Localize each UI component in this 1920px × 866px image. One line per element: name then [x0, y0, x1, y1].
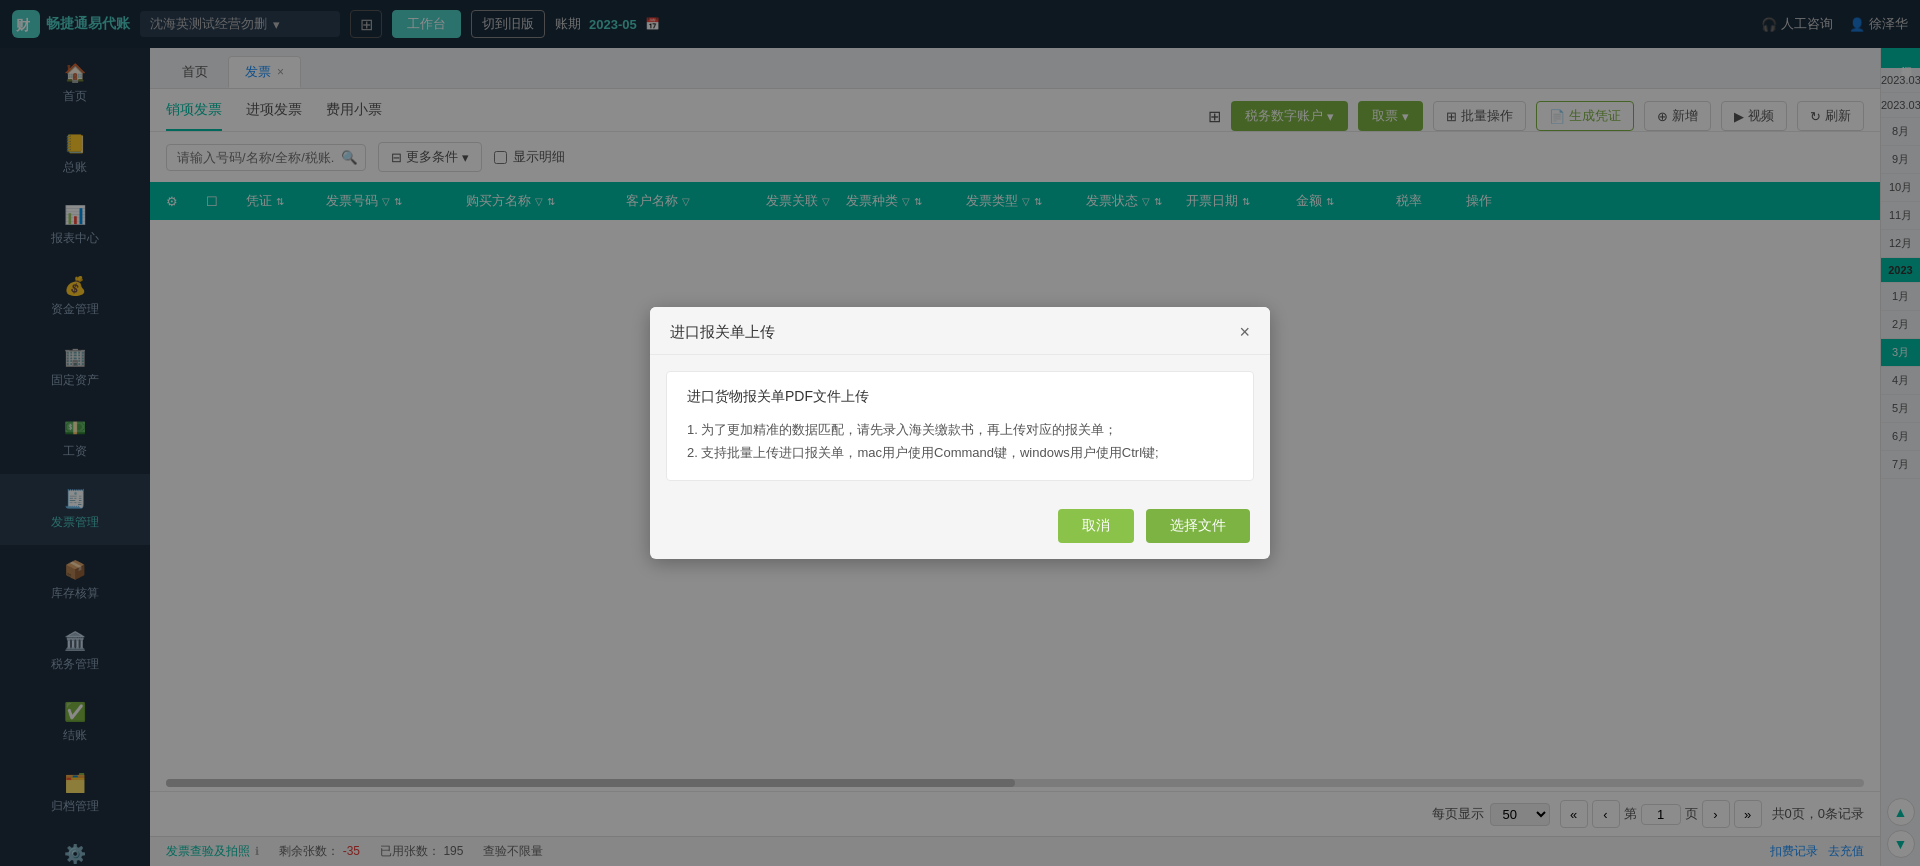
modal-title: 进口报关单上传	[670, 323, 775, 342]
modal-close-btn[interactable]: ×	[1239, 323, 1250, 341]
modal-cancel-btn[interactable]: 取消	[1058, 509, 1134, 543]
modal-body-title: 进口货物报关单PDF文件上传	[687, 388, 1233, 406]
modal-instructions: 1. 为了更加精准的数据匹配，请先录入海关缴款书，再上传对应的报关单； 2. 支…	[687, 418, 1233, 465]
instruction-1: 1. 为了更加精准的数据匹配，请先录入海关缴款书，再上传对应的报关单；	[687, 418, 1233, 441]
instruction-2: 2. 支持批量上传进口报关单，mac用户使用Command键，windows用户…	[687, 441, 1233, 464]
modal-footer: 取消 选择文件	[650, 497, 1270, 559]
modal-body: 进口货物报关单PDF文件上传 1. 为了更加精准的数据匹配，请先录入海关缴款书，…	[666, 371, 1254, 482]
modal-import-customs: 进口报关单上传 × 进口货物报关单PDF文件上传 1. 为了更加精准的数据匹配，…	[650, 307, 1270, 560]
modal-overlay: 进口报关单上传 × 进口货物报关单PDF文件上传 1. 为了更加精准的数据匹配，…	[0, 0, 1920, 866]
modal-header: 进口报关单上传 ×	[650, 307, 1270, 355]
modal-select-file-btn[interactable]: 选择文件	[1146, 509, 1250, 543]
